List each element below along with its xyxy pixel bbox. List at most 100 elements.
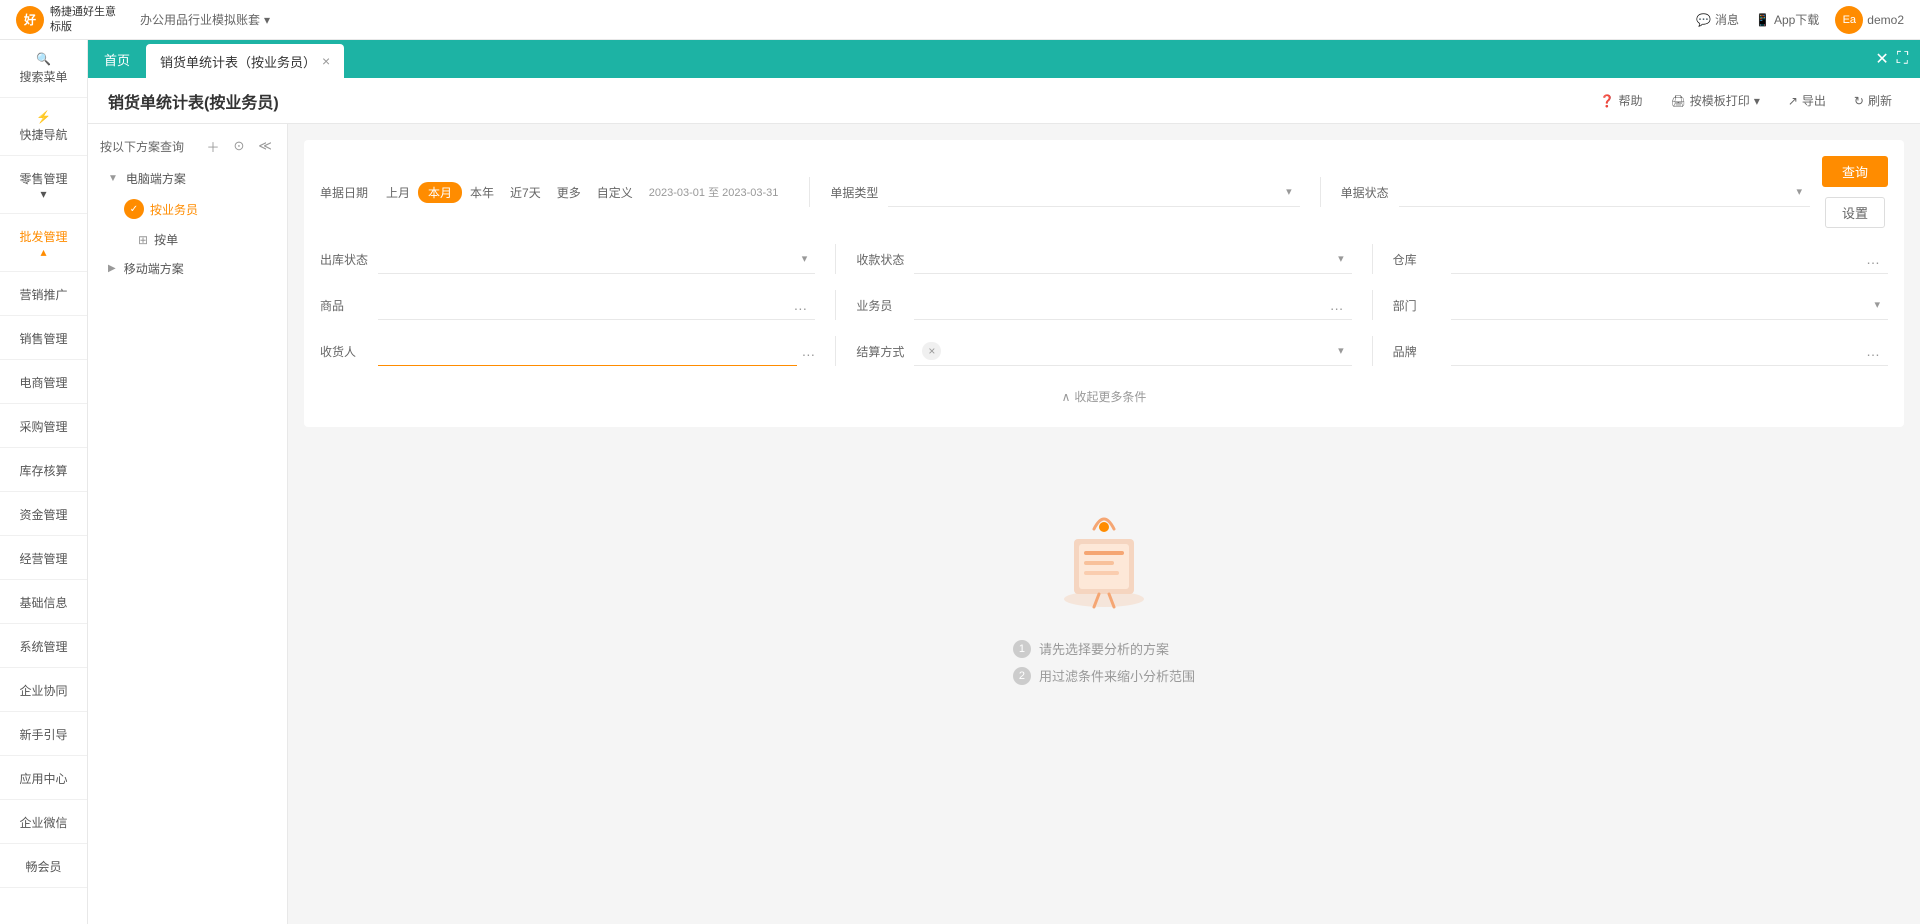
chevron-down-icon: ▾	[1874, 298, 1880, 311]
filter-row-1: 单据日期 上月 本月 本年 近7天 更多 自定义 2023-03-01 至 20…	[320, 156, 1888, 228]
sidebar-item-wholesale[interactable]: 批发管理 ▴	[0, 214, 87, 272]
divider-7	[835, 336, 836, 366]
filter-row-3: 商品 … 业务员 …	[320, 290, 1888, 320]
close-window-icon[interactable]: ✕	[1875, 49, 1888, 69]
sidebar-item-inventory[interactable]: 库存核算	[0, 448, 87, 492]
date-btn-more[interactable]: 更多	[549, 182, 589, 203]
filter-out-status: 出库状态 ▾	[320, 244, 815, 274]
sidebar-item-basic[interactable]: 基础信息	[0, 580, 87, 624]
message-icon: 💬	[1696, 13, 1711, 27]
sidebar-item-retail[interactable]: 零售管理 ▾	[0, 156, 87, 214]
doc-status-select[interactable]: ▾	[1399, 177, 1810, 207]
tree-arrow-icon: ▶	[108, 263, 116, 274]
export-button[interactable]: ↗ 导出	[1780, 88, 1834, 113]
page-title: 销货单统计表(按业务员)	[108, 89, 279, 113]
chevron-up-icon: ▴	[4, 245, 83, 259]
goods-select[interactable]: …	[378, 290, 815, 320]
date-btn-7days[interactable]: 近7天	[502, 182, 549, 203]
help-icon: ❓	[1600, 94, 1615, 108]
date-btn-last-month[interactable]: 上月	[378, 182, 418, 203]
filter-receiver: 收货人 …	[320, 336, 815, 366]
date-btn-custom[interactable]: 自定义	[589, 182, 641, 203]
date-btn-current-year[interactable]: 本年	[462, 182, 502, 203]
tree-item-mobile[interactable]: ▶ 移动端方案	[88, 254, 287, 283]
filter-row-4: 收货人 … 结算方式 ×	[320, 336, 1888, 366]
edit-scheme-button[interactable]: ⊙	[229, 136, 249, 156]
header-left: 好 畅捷通好生意 标版 办公用品行业模拟账套 ▾	[16, 5, 270, 34]
filter-row-2: 出库状态 ▾ 收款状态 ▾	[320, 244, 1888, 274]
divider-6	[1372, 290, 1373, 320]
salesperson-select[interactable]: …	[914, 290, 1351, 320]
main-layout: 🔍 搜索菜单 ⚡ 快捷导航 零售管理 ▾ 批发管理 ▴ 营销推广 销售管理 电商…	[0, 40, 1920, 924]
sidebar-item-search[interactable]: 🔍 搜索菜单	[0, 40, 87, 98]
add-scheme-button[interactable]: ＋	[203, 136, 223, 156]
logo-text: 畅捷通好生意 标版	[50, 5, 116, 34]
sidebar-item-quick[interactable]: ⚡ 快捷导航	[0, 98, 87, 156]
top-header: 好 畅捷通好生意 标版 办公用品行业模拟账套 ▾ 💬 消息 📱 App下载 Ea…	[0, 0, 1920, 40]
action-buttons: 查询 设置	[1822, 156, 1888, 228]
right-panel: 单据日期 上月 本月 本年 近7天 更多 自定义 2023-03-01 至 20…	[288, 124, 1920, 924]
sidebar-item-marketing[interactable]: 营销推广	[0, 272, 87, 316]
empty-state: 1 请先选择要分析的方案 2 用过滤条件来缩小分析范围	[304, 439, 1904, 745]
collect-status-select[interactable]: ▾	[914, 244, 1351, 274]
company-dropdown[interactable]: 办公用品行业模拟账套 ▾	[140, 11, 270, 28]
divider-8	[1372, 336, 1373, 366]
filter-salesperson: 业务员 …	[856, 290, 1351, 320]
message-action[interactable]: 💬 消息	[1696, 11, 1739, 28]
tree-item-desktop[interactable]: ▼ 电脑端方案	[88, 164, 287, 193]
tag-close-icon[interactable]: ×	[928, 344, 935, 358]
quick-icon: ⚡	[4, 110, 83, 124]
receiver-input[interactable]	[378, 336, 797, 366]
tab-close-icon[interactable]: ×	[322, 53, 330, 69]
sidebar-item-wechat[interactable]: 企业微信	[0, 800, 87, 844]
filter-goods: 商品 …	[320, 290, 815, 320]
filter-payment: 结算方式 × ▾	[856, 336, 1351, 366]
sidebar-item-guide[interactable]: 新手引导	[0, 712, 87, 756]
filter-collect-status: 收款状态 ▾	[856, 244, 1351, 274]
sidebar-item-purchase[interactable]: 采购管理	[0, 404, 87, 448]
user-action[interactable]: Ea demo2	[1835, 6, 1904, 34]
app-download-action[interactable]: 📱 App下载	[1755, 11, 1819, 28]
tab-home[interactable]: 首页	[88, 40, 146, 78]
maximize-icon[interactable]: ⛶	[1897, 50, 1908, 68]
out-status-select[interactable]: ▾	[378, 244, 815, 274]
payment-select[interactable]: × ▾	[914, 336, 1351, 366]
sidebar-item-apps[interactable]: 应用中心	[0, 756, 87, 800]
refresh-button[interactable]: ↻ 刷新	[1846, 88, 1900, 113]
empty-tip-2: 2 用过滤条件来缩小分析范围	[1013, 666, 1195, 685]
warehouse-select[interactable]: …	[1451, 244, 1888, 274]
left-panel: 按以下方案查询 ＋ ⊙ ≪ ▼ 电脑端方案 ✓ 按业务员	[88, 124, 288, 924]
chevron-down-icon: ▾	[1338, 252, 1344, 265]
sidebar-item-sales[interactable]: 销售管理	[0, 316, 87, 360]
page-header: 销货单统计表(按业务员) ❓ 帮助 🖨 按模板打印 ▾ ↗ 导出	[88, 78, 1920, 124]
empty-tip-1: 1 请先选择要分析的方案	[1013, 639, 1195, 658]
department-select[interactable]: ▾	[1451, 290, 1888, 320]
sidebar-item-ecommerce[interactable]: 电商管理	[0, 360, 87, 404]
chevron-down-icon: ▾	[1338, 344, 1344, 357]
help-button[interactable]: ❓ 帮助	[1592, 88, 1651, 113]
collapse-bar[interactable]: ∧ 收起更多条件	[320, 382, 1888, 411]
divider-3	[835, 244, 836, 274]
sidebar-item-business[interactable]: 经营管理	[0, 536, 87, 580]
header-right: 💬 消息 📱 App下载 Ea demo2	[1696, 6, 1904, 34]
settings-button[interactable]: 设置	[1825, 197, 1885, 228]
query-button[interactable]: 查询	[1822, 156, 1888, 187]
tree-arrow-icon: ▼	[108, 173, 118, 184]
tree-grandchild-order[interactable]: ⊞ 按单	[88, 225, 287, 254]
logo-icon: 好	[16, 6, 44, 34]
template-print-button[interactable]: 🖨 按模板打印 ▾	[1663, 88, 1768, 113]
sidebar-item-system[interactable]: 系统管理	[0, 624, 87, 668]
chevron-down-icon: ▾	[264, 13, 270, 27]
brand-select[interactable]: …	[1451, 336, 1888, 366]
collapse-panel-button[interactable]: ≪	[255, 136, 275, 156]
tree-child-salesperson[interactable]: ✓ 按业务员	[88, 193, 287, 225]
active-indicator: ✓	[124, 199, 144, 219]
tab-active[interactable]: 销货单统计表（按业务员） ×	[146, 44, 344, 78]
doc-type-select[interactable]: ▾	[888, 177, 1299, 207]
search-icon: 🔍	[4, 52, 83, 66]
sidebar-item-member[interactable]: 畅会员	[0, 844, 87, 888]
sidebar-item-enterprise[interactable]: 企业协同	[0, 668, 87, 712]
date-btn-current-month[interactable]: 本月	[418, 182, 462, 203]
export-icon: ↗	[1788, 94, 1798, 108]
sidebar-item-finance[interactable]: 资金管理	[0, 492, 87, 536]
